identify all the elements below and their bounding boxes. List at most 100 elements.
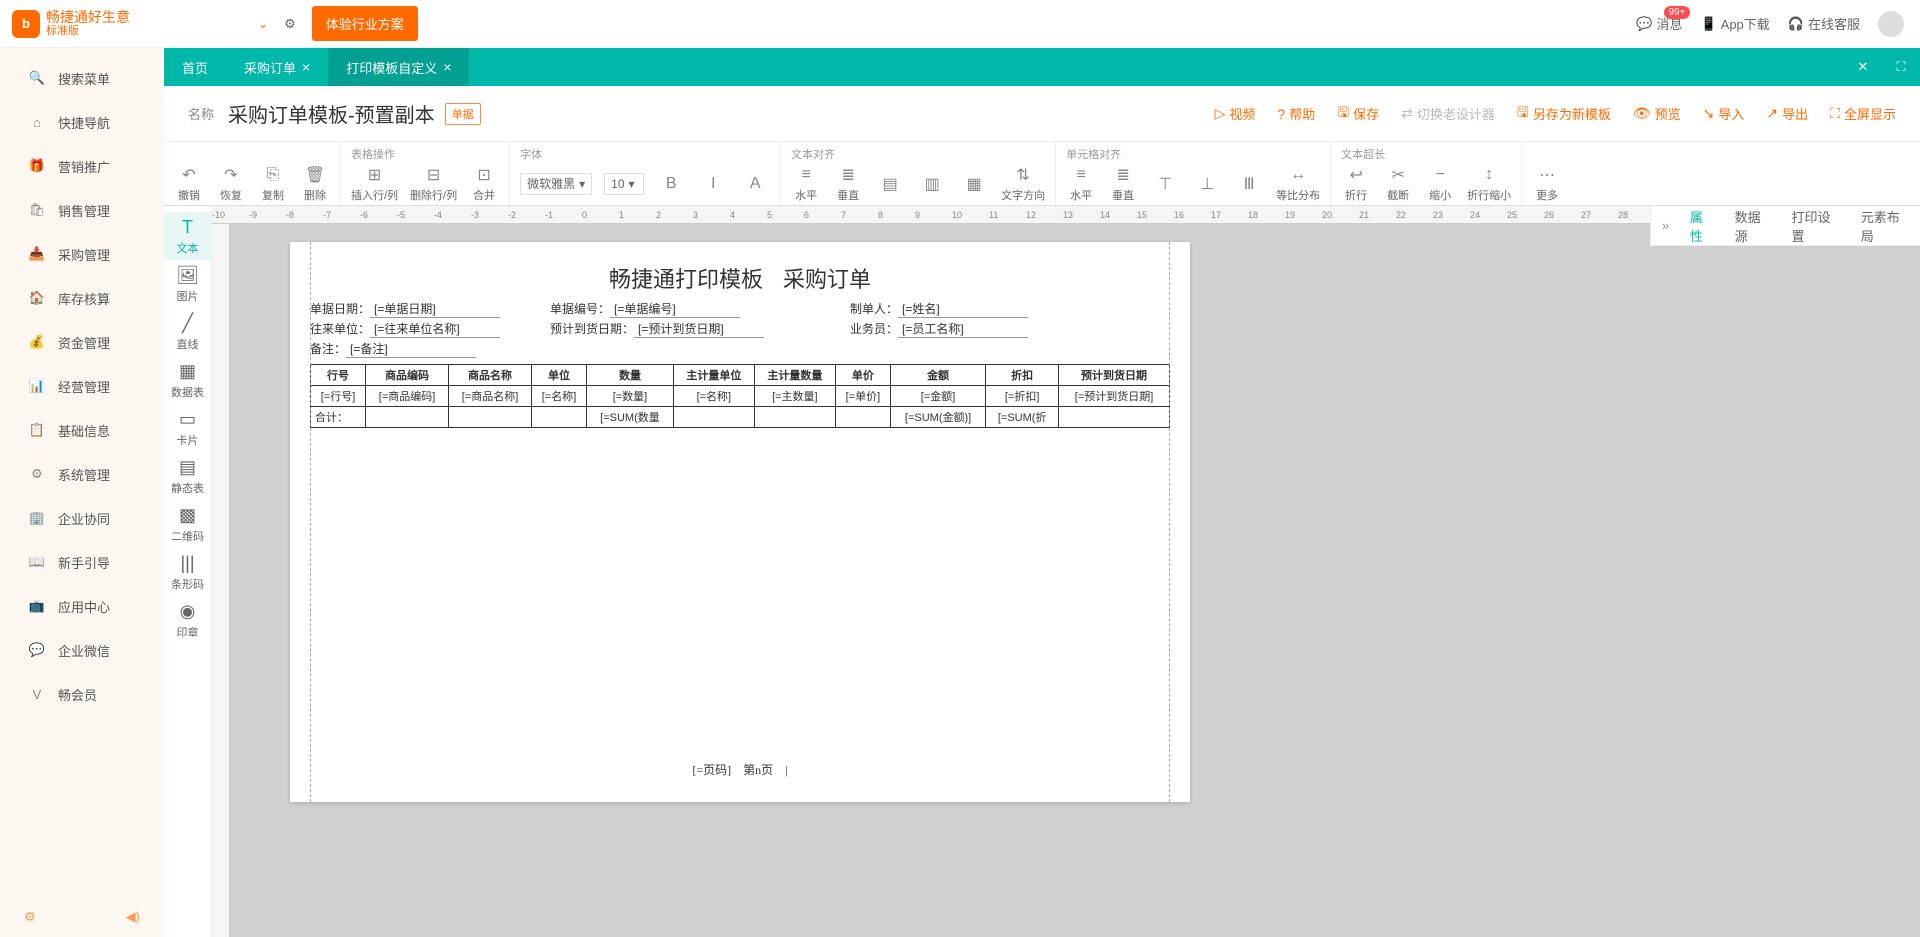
title-action[interactable]: ?帮助 xyxy=(1277,102,1315,126)
title-action[interactable]: ↗导出 xyxy=(1766,102,1808,126)
sidebar-item[interactable]: 🏠库存核算 xyxy=(0,276,164,320)
palette-tool[interactable]: ▤静态表 xyxy=(164,452,212,500)
ribbon-button[interactable]: I xyxy=(698,174,728,194)
ribbon-button[interactable]: ↩折行 xyxy=(1341,165,1371,203)
palette-tool[interactable]: ╱直线 xyxy=(164,308,212,356)
ribbon-button[interactable]: ▦ xyxy=(959,174,989,194)
sidebar-item[interactable]: 📋基础信息 xyxy=(0,408,164,452)
ribbon-button[interactable]: B xyxy=(656,174,686,194)
action-icon: 🖫 xyxy=(1337,102,1349,126)
expand-button[interactable]: ⛶ xyxy=(1882,48,1920,86)
ribbon-icon: ⊡ xyxy=(477,165,490,185)
sidebar-item[interactable]: 🛍销售管理 xyxy=(0,188,164,232)
sidebar-item[interactable]: 🏢企业协同 xyxy=(0,496,164,540)
sidebar-item[interactable]: 💰资金管理 xyxy=(0,320,164,364)
sidebar-item[interactable]: 📊经营管理 xyxy=(0,364,164,408)
sidebar-item[interactable]: ⚙ 系统管理 xyxy=(0,452,164,496)
sidebar-item[interactable]: 🎁营销推广 xyxy=(0,144,164,188)
close-tab-button[interactable]: ✕ xyxy=(1844,48,1882,86)
ribbon-button[interactable]: −缩小 xyxy=(1425,165,1455,203)
ribbon-button[interactable]: ⊡合并 xyxy=(469,165,499,203)
title-action[interactable]: 🖫保存 xyxy=(1337,102,1379,126)
ribbon-button[interactable]: ⎘复制 xyxy=(258,165,288,203)
font-size-select[interactable]: 10▾ xyxy=(604,173,644,195)
title-action[interactable]: 🖫另存为新模板 xyxy=(1517,102,1611,126)
gear-icon[interactable]: ⚙ xyxy=(284,16,296,32)
sidebar-item[interactable]: ⌂快捷导航 xyxy=(0,100,164,144)
title-action[interactable]: ▷视频 xyxy=(1215,102,1256,126)
ribbon-icon: ⊥ xyxy=(1200,174,1214,194)
ribbon-button[interactable]: ≣垂直 xyxy=(1108,165,1138,203)
font-family-select[interactable]: 微软雅黑▾ xyxy=(520,173,592,195)
ribbon-button[interactable]: ⊥ xyxy=(1192,174,1222,194)
right-panel-tab[interactable]: 打印设置 xyxy=(1782,207,1851,245)
close-icon[interactable]: × xyxy=(443,59,451,75)
tab[interactable]: 首页 xyxy=(164,48,226,86)
sidebar-item[interactable]: 📖新手引导 xyxy=(0,540,164,584)
sidebar-item[interactable]: 💬企业微信 xyxy=(0,628,164,672)
title-action[interactable]: ⛶全屏显示 xyxy=(1830,102,1896,126)
sidebar-item[interactable]: 📺应用中心 xyxy=(0,584,164,628)
messages-button[interactable]: 💬 消息 99+ xyxy=(1636,14,1682,33)
sidebar-item-label: 系统管理 xyxy=(58,465,110,484)
palette-tool[interactable]: ▩二维码 xyxy=(164,500,212,548)
right-panel-tab[interactable]: 元素布局 xyxy=(1851,207,1920,245)
canvas-area: -10-9-8-7-6-5-4-3-2-10123456789101112131… xyxy=(212,206,1920,937)
tab[interactable]: 打印模板自定义× xyxy=(328,48,469,86)
sidebar-item-label: 企业微信 xyxy=(58,641,110,660)
ribbon-icon: ⊞ xyxy=(368,165,381,185)
sidebar-item[interactable]: V畅会员 xyxy=(0,672,164,716)
tool-palette: T文本🖼图片╱直线▦数据表▭卡片▤静态表▩二维码|||条形码◉印章 xyxy=(164,206,212,937)
ribbon-button[interactable]: ⇅文字方向 xyxy=(1001,165,1045,203)
design-page[interactable]: 畅捷通打印模板采购订单 单据日期：[=单据日期]单据编号：[=单据编号]制单人：… xyxy=(290,242,1190,802)
collapse-sidebar-icon[interactable]: ◀) xyxy=(126,909,140,925)
sidebar-icon: ⚙ xyxy=(28,466,46,482)
title-action[interactable]: ⇄切换老设计器 xyxy=(1401,102,1495,126)
title-action[interactable]: ↘导入 xyxy=(1703,102,1745,126)
ribbon-button[interactable]: ↷恢复 xyxy=(216,165,246,203)
tab[interactable]: 采购订单× xyxy=(226,48,328,86)
user-menu[interactable] xyxy=(1878,11,1908,37)
right-panel-tab[interactable]: 数据源 xyxy=(1725,207,1782,245)
sidebar-item-label: 库存核算 xyxy=(58,289,110,308)
ribbon-button[interactable]: ↔等比分布 xyxy=(1276,165,1320,203)
palette-tool[interactable]: T文本 xyxy=(164,212,212,260)
title-action[interactable]: 👁预览 xyxy=(1633,102,1681,126)
ribbon-button[interactable]: ↕折行缩小 xyxy=(1467,165,1511,203)
online-service-button[interactable]: 🎧 在线客服 xyxy=(1788,14,1860,33)
more-button[interactable]: ⋯更多 xyxy=(1532,165,1562,203)
ribbon-icon: A xyxy=(750,174,761,194)
right-panel-tab[interactable]: 属性 xyxy=(1680,207,1725,245)
ribbon-button[interactable]: ≣垂直 xyxy=(833,165,863,203)
logo-main: 畅捷通好生意 xyxy=(46,10,130,25)
ribbon-button[interactable]: A xyxy=(740,174,770,194)
sidebar-item[interactable]: 📥采购管理 xyxy=(0,232,164,276)
ribbon-button[interactable]: ≡水平 xyxy=(1066,165,1096,203)
ribbon-button[interactable]: ≡水平 xyxy=(791,165,821,203)
ribbon-button[interactable]: ⊤ xyxy=(1150,174,1180,194)
palette-tool[interactable]: ◉印章 xyxy=(164,596,212,644)
company-selector[interactable]: ⌄ xyxy=(188,17,268,31)
palette-tool[interactable]: ▭卡片 xyxy=(164,404,212,452)
ribbon-icon: ⇅ xyxy=(1016,165,1029,185)
palette-tool[interactable]: |||条形码 xyxy=(164,548,212,596)
settings-icon[interactable]: ⚙ xyxy=(24,909,36,925)
app-download-button[interactable]: 📱 App下载 xyxy=(1700,14,1769,33)
ribbon-button[interactable]: ⊞插入行/列 xyxy=(351,165,398,203)
palette-tool[interactable]: 🖼图片 xyxy=(164,260,212,308)
ribbon-button[interactable]: ↶撤销 xyxy=(174,165,204,203)
sidebar-item[interactable]: 🔍搜索菜单 xyxy=(0,56,164,100)
ribbon-button[interactable]: 🗑删除 xyxy=(300,165,330,203)
ribbon-button[interactable]: ▥ xyxy=(917,174,947,194)
close-icon[interactable]: × xyxy=(302,59,310,75)
data-table[interactable]: 行号商品编码商品名称单位数量主计量单位主计量数量单价金额折扣预计到货日期 [=行… xyxy=(310,364,1170,428)
tab-bar: 首页采购订单×打印模板自定义× ✕ ⛶ xyxy=(164,48,1920,86)
panel-collapse-icon[interactable]: » xyxy=(1651,218,1680,233)
message-icon: 💬 xyxy=(1636,16,1652,32)
ribbon-button[interactable]: ▤ xyxy=(875,174,905,194)
experience-plan-button[interactable]: 体验行业方案 xyxy=(312,6,418,41)
ribbon-button[interactable]: Ⅲ xyxy=(1234,174,1264,194)
palette-tool[interactable]: ▦数据表 xyxy=(164,356,212,404)
ribbon-button[interactable]: ⊟删除行/列 xyxy=(410,165,457,203)
ribbon-button[interactable]: ✂截断 xyxy=(1383,165,1413,203)
